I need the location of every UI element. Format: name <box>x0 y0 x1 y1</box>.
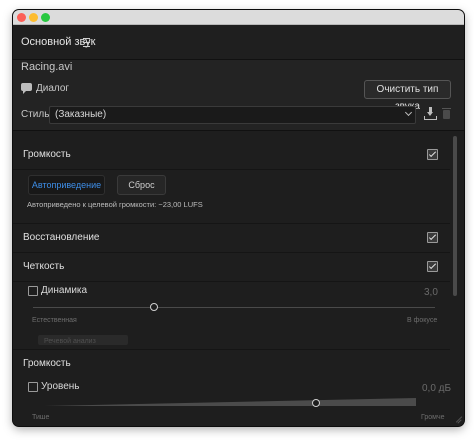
content-scrollbar[interactable] <box>453 136 457 296</box>
loudness-section-header[interactable]: Громкость <box>13 141 450 170</box>
clarity-section-header[interactable]: Четкость <box>13 253 450 282</box>
panel-header: Основной звук <box>13 25 464 60</box>
essential-sound-window: Основной звук Racing.avi Диалог Очистить… <box>13 10 464 426</box>
repair-section-title: Восстановление <box>23 232 100 243</box>
repair-enable-checkbox[interactable] <box>427 232 438 243</box>
dynamics-max-label: В фокусе <box>407 317 438 324</box>
level-slider-track[interactable] <box>44 398 416 406</box>
effects-content: Громкость Автоприведение Сброс Автоприве… <box>13 130 464 426</box>
loudness-section-title: Громкость <box>23 149 71 160</box>
save-preset-icon[interactable] <box>424 107 437 120</box>
reset-button[interactable]: Сброс <box>117 175 166 195</box>
clip-file-name: Racing.avi <box>21 61 73 73</box>
level-min-label: Тише <box>32 414 50 421</box>
resize-grip-icon[interactable] <box>454 415 463 424</box>
dynamics-value[interactable]: 3,0 <box>424 287 438 298</box>
level-checkbox[interactable] <box>28 382 38 392</box>
zoom-window-button[interactable] <box>41 13 50 22</box>
style-dropdown[interactable]: (Заказные) <box>49 106 416 124</box>
dynamics-label: Динамика <box>41 285 88 296</box>
delete-preset-icon[interactable] <box>442 108 451 120</box>
auto-match-note: Автоприведено к целевой громкости: −23,0… <box>27 200 203 209</box>
title-bar <box>13 10 464 25</box>
dynamics-slider-track[interactable] <box>33 307 435 308</box>
level-label: Уровень <box>41 381 80 392</box>
style-dropdown-value: (Заказные) <box>55 109 107 120</box>
dynamics-checkbox[interactable] <box>28 286 38 296</box>
volume-section-header[interactable]: Громкость <box>13 349 450 378</box>
clarity-enable-checkbox[interactable] <box>427 261 438 272</box>
dynamics-min-label: Естественная <box>32 317 77 324</box>
repair-section-header[interactable]: Восстановление <box>13 223 450 253</box>
loudness-enable-checkbox[interactable] <box>427 149 438 160</box>
clear-audio-type-button[interactable]: Очистить тип звука <box>364 80 451 112</box>
style-label: Стиль: <box>21 109 53 120</box>
level-max-label: Громче <box>421 414 445 421</box>
clarity-section-title: Четкость <box>23 261 65 272</box>
chevron-down-icon <box>404 108 413 117</box>
level-value[interactable]: 0,0 дБ <box>422 383 451 394</box>
dynamics-slider-thumb[interactable] <box>149 303 158 311</box>
close-window-button[interactable] <box>17 13 26 22</box>
speech-analysis-button[interactable]: Речевой анализ <box>38 335 128 345</box>
minimize-window-button[interactable] <box>29 13 38 22</box>
menu-icon[interactable] <box>83 38 90 47</box>
dialog-bubble-icon <box>21 83 32 94</box>
volume-section-title: Громкость <box>23 358 71 369</box>
level-slider-thumb[interactable] <box>311 399 320 407</box>
audio-type-label: Диалог <box>36 83 70 94</box>
auto-match-button[interactable]: Автоприведение <box>28 175 105 195</box>
